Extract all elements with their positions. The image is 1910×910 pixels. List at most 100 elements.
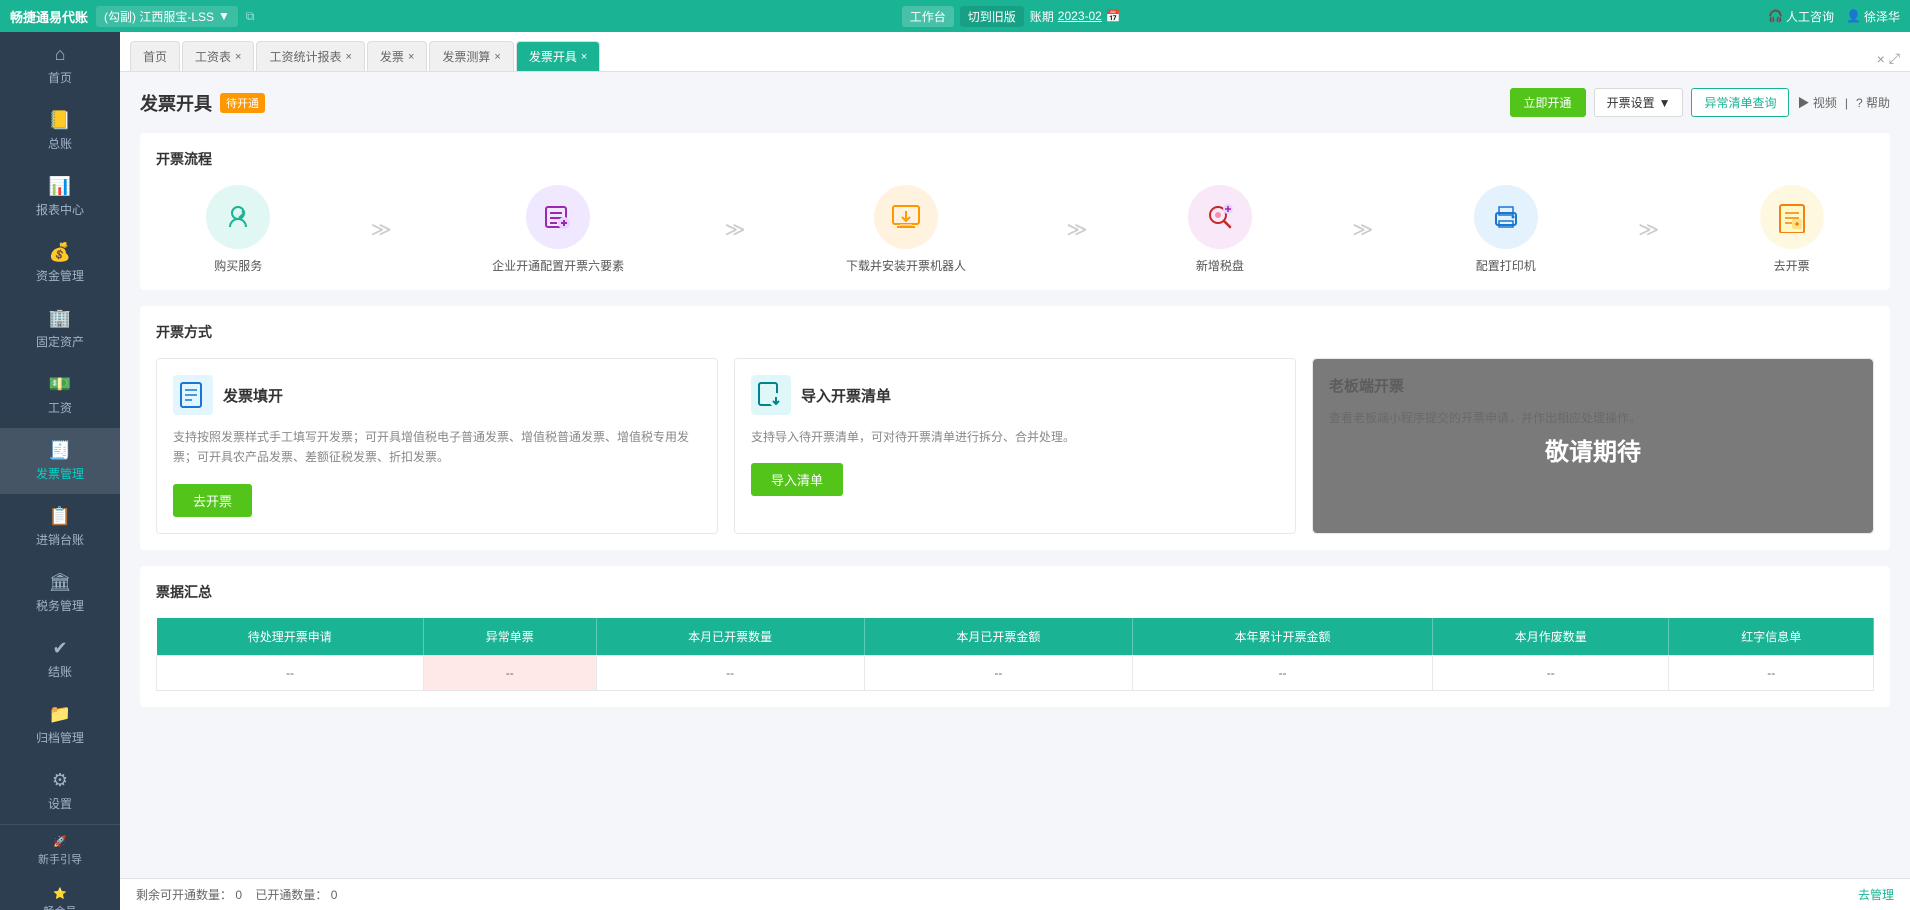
period-display: 账期 2023-02 📅 (1030, 8, 1121, 25)
calendar-icon[interactable]: 📅 (1106, 9, 1121, 23)
sidebar-item-home[interactable]: ⌂ 首页 (0, 32, 120, 98)
close-all-tabs[interactable]: × ⤢ (1877, 50, 1900, 71)
tab-payroll-reports[interactable]: 工资统计报表 × (256, 41, 364, 71)
company-selector[interactable]: (勾副) 江西服宝-LSS ▼ (96, 6, 238, 27)
tab-invoice-issue[interactable]: 发票开具 × (516, 41, 600, 71)
summary-cell-0: -- (157, 655, 424, 690)
top-bar-center: 工作台 切到旧版 账期 2023-02 📅 (902, 6, 1121, 27)
tab-close-icon[interactable]: × (494, 51, 500, 63)
go-issue-button[interactable]: 去开票 (173, 484, 252, 517)
tab-label: 发票开具 (529, 48, 577, 65)
workspace-button[interactable]: 工作台 (902, 6, 954, 27)
method-desc-manual: 支持按照发票样式手工填写开发票；可开具增值税电子普通发票、增值税普通发票、增值税… (173, 427, 701, 468)
arrow-4: ≫ (1352, 217, 1373, 242)
summary-cell-5: -- (1433, 655, 1669, 690)
sidebar-item-label: 总账 (48, 135, 72, 152)
method-card-import: 导入开票清单 支持导入待开票清单，可对待开票清单进行拆分、合并处理。 导入清单 (734, 358, 1296, 534)
help-icon[interactable]: ? 帮助 (1856, 94, 1890, 111)
summary-section: 票据汇总 待处理开票申请 异常单票 本月已开票数量 本月已开票金额 本年累计开票… (140, 566, 1890, 707)
user-avatar[interactable]: 👤 徐泽华 (1846, 8, 1900, 25)
step-label-printer: 配置打印机 (1476, 257, 1536, 274)
sidebar-item-tax[interactable]: 🏛 税务管理 (0, 560, 120, 626)
open-settings-button[interactable]: 开票设置 ▼ (1594, 88, 1684, 117)
step-icon-config (526, 185, 590, 249)
tab-home[interactable]: 首页 (130, 41, 180, 71)
sidebar-item-vip[interactable]: ⭐ 畅会员 (0, 877, 120, 910)
manage-link[interactable]: 去管理 (1858, 886, 1894, 903)
sidebar-item-ledger[interactable]: 📒 总账 (0, 98, 120, 164)
abnormal-query-button[interactable]: 异常清单查询 (1691, 88, 1789, 117)
tab-payroll[interactable]: 工资表 × (182, 41, 254, 71)
page-title: 发票开具 (140, 90, 212, 116)
sidebar-item-label: 归档管理 (36, 729, 84, 746)
step-printer: 配置打印机 (1474, 185, 1538, 274)
service-button[interactable]: 🎧 人工咨询 (1768, 8, 1834, 25)
arrow-3: ≫ (1066, 217, 1087, 242)
tab-label: 工资统计报表 (269, 48, 341, 65)
sidebar-item-label: 首页 (48, 69, 72, 86)
step-issue: 去开票 (1760, 185, 1824, 274)
step-label-download: 下载并安装开票机器人 (846, 257, 966, 274)
tab-invoices[interactable]: 发票 × (367, 41, 427, 71)
step-icon-issue (1760, 185, 1824, 249)
assets-icon: 🏢 (49, 308, 71, 329)
table-row: -- -- -- -- -- -- -- (157, 655, 1874, 690)
summary-cell-6: -- (1669, 655, 1874, 690)
tax-icon: 🏛 (49, 572, 72, 593)
summary-cell-2: -- (596, 655, 864, 690)
step-icon-taxbox (1188, 185, 1252, 249)
reports-icon: 📊 (49, 176, 71, 197)
step-label-taxbox: 新增税盘 (1196, 257, 1244, 274)
sidebar-item-label: 固定资产 (36, 333, 84, 350)
tab-close-icon[interactable]: × (408, 51, 414, 63)
step-config: 企业开通配置开票六要素 (492, 185, 624, 274)
sidebar-item-archive[interactable]: 📁 归档管理 (0, 692, 120, 758)
old-version-button[interactable]: 切到旧版 (960, 6, 1024, 27)
sidebar-item-reports[interactable]: 📊 报表中心 (0, 164, 120, 230)
chevron-down-icon: ▼ (218, 9, 230, 23)
period-value[interactable]: 2023-02 (1058, 9, 1102, 23)
sidebar-item-checkout[interactable]: ✔ 结账 (0, 626, 120, 692)
step-buy-service: 购买服务 (206, 185, 270, 274)
step-label-config: 企业开通配置开票六要素 (492, 257, 624, 274)
step-label-buy: 购买服务 (214, 257, 262, 274)
sidebar-item-invoice[interactable]: 🧾 发票管理 (0, 428, 120, 494)
ledger-icon: 📒 (49, 110, 71, 131)
sidebar-item-assets[interactable]: 🏢 固定资产 (0, 296, 120, 362)
payroll-icon: 💵 (49, 374, 71, 395)
video-icon[interactable]: ▶ 视频 (1797, 94, 1836, 111)
tab-close-icon[interactable]: × (235, 51, 241, 63)
method-title-manual: 发票填开 (223, 385, 283, 406)
step-download: 下载并安装开票机器人 (846, 185, 966, 274)
app-logo: 畅捷通易代账 (10, 7, 88, 26)
sidebar-item-label: 设置 (48, 795, 72, 812)
company-name: (勾副) 江西服宝-LSS (104, 8, 214, 25)
process-section-title: 开票流程 (156, 149, 1874, 169)
top-bar-left: 畅捷通易代账 (勾副) 江西服宝-LSS ▼ ⧉ (10, 6, 255, 27)
import-list-button[interactable]: 导入清单 (751, 463, 843, 496)
sidebar-item-label: 工资 (48, 399, 72, 416)
summary-table: 待处理开票申请 异常单票 本月已开票数量 本月已开票金额 本年累计开票金额 本月… (156, 618, 1874, 691)
tab-close-icon[interactable]: × (345, 51, 351, 63)
top-bar: 畅捷通易代账 (勾副) 江西服宝-LSS ▼ ⧉ 工作台 切到旧版 账期 202… (0, 0, 1910, 32)
page-content: 发票开具 待开通 立即开通 开票设置 ▼ 异常清单查询 ▶ 视频 | ? 帮助 (120, 72, 1910, 878)
method-card-header-import: 导入开票清单 (751, 375, 1279, 415)
open-now-button[interactable]: 立即开通 (1510, 88, 1586, 117)
sidebar-item-label: 结账 (48, 663, 72, 680)
avatar-icon: 👤 (1846, 9, 1861, 23)
copy-icon: ⧉ (246, 9, 255, 24)
remaining-value: 0 (235, 888, 242, 902)
tab-close-icon[interactable]: × (581, 51, 587, 63)
summary-header-5: 本月作废数量 (1433, 618, 1669, 656)
tab-invoice-calc[interactable]: 发票测算 × (429, 41, 513, 71)
sidebar-item-funds[interactable]: 💰 资金管理 (0, 230, 120, 296)
tab-label: 发票测算 (442, 48, 490, 65)
sidebar-item-payroll[interactable]: 💵 工资 (0, 362, 120, 428)
sidebar-item-label: 发票管理 (36, 465, 84, 482)
sidebar-item-settings[interactable]: ⚙ 设置 (0, 758, 120, 824)
sidebar-item-purchase[interactable]: 📋 进销台账 (0, 494, 120, 560)
invoice-icon: 🧾 (49, 440, 71, 461)
sidebar-item-label: 税务管理 (36, 597, 84, 614)
methods-grid: 发票填开 支持按照发票样式手工填写开发票；可开具增值税电子普通发票、增值税普通发… (156, 358, 1874, 534)
sidebar-item-guide[interactable]: 🚀 新手引导 (0, 825, 120, 877)
